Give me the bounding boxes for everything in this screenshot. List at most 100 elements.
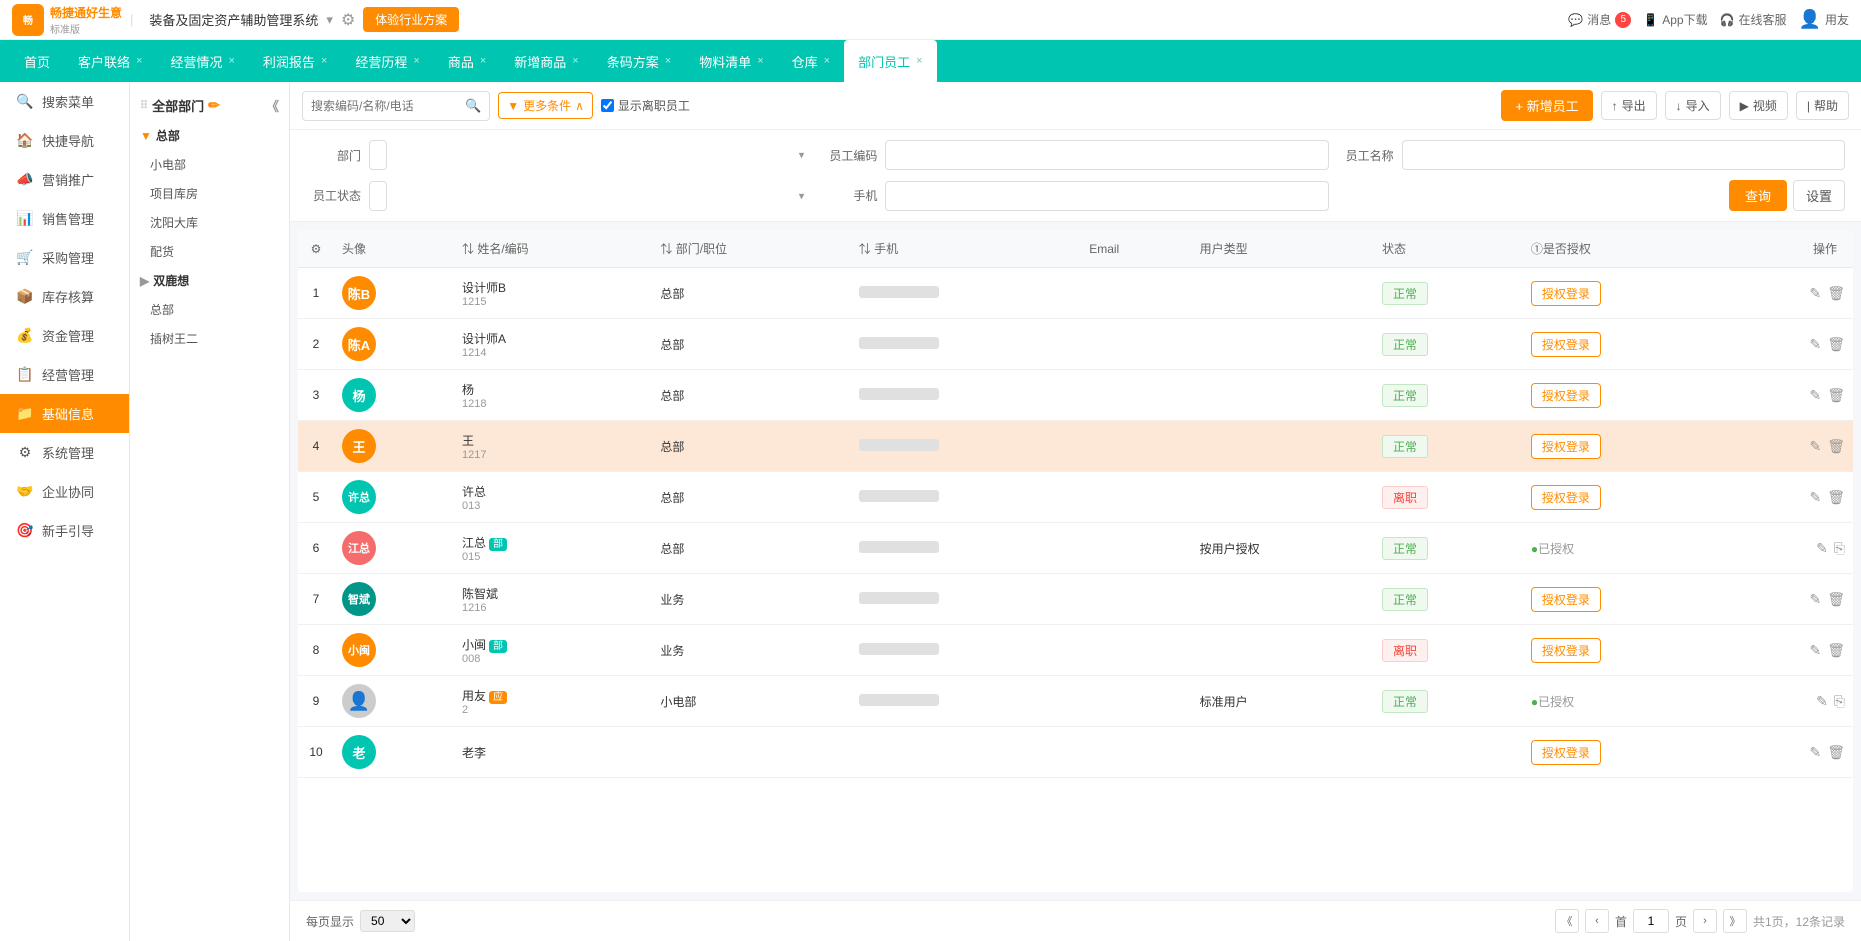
tab-warehouse[interactable]: 仓库× (778, 40, 844, 82)
delete-icon[interactable]: 🗑 (1827, 489, 1845, 506)
view-btn[interactable]: ▶ 视频 (1729, 91, 1788, 120)
emp-name-input[interactable] (1402, 140, 1845, 170)
sidebar-item-base[interactable]: 📁 基础信息 (0, 394, 129, 433)
close-icon[interactable]: × (916, 55, 922, 67)
tab-barcode[interactable]: 条码方案× (593, 40, 685, 82)
edit-icon[interactable]: ✎ (1809, 489, 1821, 506)
sidebar-item-sales[interactable]: 📊 销售管理 (0, 199, 129, 238)
sidebar-item-mgmt[interactable]: 📋 经营管理 (0, 355, 129, 394)
edit-icon[interactable]: ✎ (1809, 336, 1821, 353)
dept-collapse-icon[interactable]: 《 (266, 96, 279, 115)
sidebar-item-purchase[interactable]: 🛒 采购管理 (0, 238, 129, 277)
auth-btn[interactable]: 授权登录 (1531, 383, 1601, 408)
dept-item-chashuwang[interactable]: 插树王二 (130, 324, 289, 353)
auth-btn[interactable]: 授权登录 (1531, 587, 1601, 612)
close-icon[interactable]: × (665, 55, 671, 67)
add-employee-btn[interactable]: + 新增员工 (1501, 90, 1592, 121)
delete-icon[interactable]: 🗑 (1827, 285, 1845, 302)
close-icon[interactable]: × (228, 55, 234, 67)
tab-goods[interactable]: 商品× (434, 40, 500, 82)
status-select[interactable] (369, 181, 387, 211)
auth-btn[interactable]: 授权登录 (1531, 434, 1601, 459)
show-resigned-checkbox[interactable] (601, 99, 614, 112)
auth-btn[interactable]: 授权登录 (1531, 332, 1601, 357)
sidebar-item-guide[interactable]: 🎯 新手引导 (0, 511, 129, 550)
col-dept[interactable]: ⇅ 部门/职位 (652, 230, 850, 268)
copy-icon[interactable]: ⎘ (1834, 540, 1845, 557)
delete-icon[interactable]: 🗑 (1827, 438, 1845, 455)
show-resigned-label[interactable]: 显示离职员工 (601, 97, 690, 114)
tab-profit[interactable]: 利润报告× (249, 40, 341, 82)
filter-btn[interactable]: ▼ 更多条件 ∧ (498, 92, 593, 119)
close-icon[interactable]: × (321, 55, 327, 67)
auth-btn[interactable]: 授权登录 (1531, 485, 1601, 510)
next-page-btn[interactable]: › (1693, 909, 1717, 933)
copy-icon[interactable]: ⎘ (1834, 693, 1845, 710)
message-btn[interactable]: 💬 消息 5 (1568, 11, 1631, 28)
sidebar-item-search[interactable]: 🔍 搜索菜单 (0, 82, 129, 121)
tab-employee[interactable]: 部门员工× (844, 40, 936, 82)
tab-customer[interactable]: 客户联络× (64, 40, 156, 82)
page-number-input[interactable] (1633, 909, 1669, 933)
close-icon[interactable]: × (572, 55, 578, 67)
tab-bom[interactable]: 物料清单× (685, 40, 777, 82)
edit-icon[interactable]: ✎ (1816, 693, 1828, 710)
edit-icon[interactable]: ✎ (1809, 438, 1821, 455)
delete-icon[interactable]: 🗑 (1827, 336, 1845, 353)
sidebar-item-collab[interactable]: 🤝 企业协同 (0, 472, 129, 511)
col-phone[interactable]: ⇅ 手机 (851, 230, 1081, 268)
dept-group-shuanglu[interactable]: ▶ 双鹿想 (130, 266, 289, 295)
close-icon[interactable]: × (757, 55, 763, 67)
last-page-btn[interactable]: 》 (1723, 909, 1747, 933)
dept-item-zongbu2[interactable]: 总部 (130, 295, 289, 324)
tab-operation[interactable]: 经营情况× (156, 40, 248, 82)
user-btn[interactable]: 👤 用友 (1799, 9, 1849, 30)
search-icon[interactable]: 🔍 (465, 98, 481, 114)
phone-input[interactable] (885, 181, 1328, 211)
sidebar-item-marketing[interactable]: 📣 营销推广 (0, 160, 129, 199)
emp-code-input[interactable] (885, 140, 1328, 170)
sidebar-item-inventory[interactable]: 📦 库存核算 (0, 277, 129, 316)
delete-icon[interactable]: 🗑 (1827, 642, 1845, 659)
dept-select[interactable] (369, 140, 387, 170)
page-size-select[interactable]: 50 100 (360, 910, 415, 932)
reset-btn[interactable]: 设置 (1793, 180, 1845, 211)
dept-group-zongbu[interactable]: ▼ 总部 (130, 121, 289, 150)
sidebar-item-finance[interactable]: 💰 资金管理 (0, 316, 129, 355)
dropdown-icon[interactable]: ▾ (326, 12, 333, 28)
col-settings[interactable]: ⚙ (298, 230, 334, 268)
sidebar-item-system[interactable]: ⚙ 系统管理 (0, 433, 129, 472)
edit-icon[interactable]: ✎ (1809, 387, 1821, 404)
delete-icon[interactable]: 🗑 (1827, 387, 1845, 404)
query-btn[interactable]: 查询 (1729, 180, 1787, 211)
auth-btn[interactable]: 授权登录 (1531, 740, 1601, 765)
sidebar-item-nav[interactable]: 🏠 快捷导航 (0, 121, 129, 160)
experience-btn[interactable]: 体验行业方案 (363, 7, 459, 32)
export-btn[interactable]: ↑ 导出 (1601, 91, 1657, 120)
import-btn[interactable]: ↓ 导入 (1665, 91, 1721, 120)
delete-icon[interactable]: 🗑 (1827, 744, 1845, 761)
dept-item-project[interactable]: 项目库房 (130, 179, 289, 208)
edit-icon[interactable]: ✎ (1809, 744, 1821, 761)
col-name[interactable]: ⇅ 姓名/编码 (454, 230, 652, 268)
close-icon[interactable]: × (413, 55, 419, 67)
settings-icon[interactable]: ⚙ (341, 10, 355, 30)
tab-home[interactable]: 首页 (10, 40, 64, 82)
prev-page-btn[interactable]: ‹ (1585, 909, 1609, 933)
app-download-btn[interactable]: 📱 App下载 (1643, 11, 1707, 28)
dept-item-peihuo[interactable]: 配货 (130, 237, 289, 266)
first-page-btn[interactable]: 《 (1555, 909, 1579, 933)
tab-history[interactable]: 经营历程× (341, 40, 433, 82)
dept-edit-icon[interactable]: ✏ (208, 97, 220, 114)
auth-btn[interactable]: 授权登录 (1531, 638, 1601, 663)
edit-icon[interactable]: ✎ (1809, 591, 1821, 608)
close-icon[interactable]: × (136, 55, 142, 67)
dept-item-shenyang[interactable]: 沈阳大库 (130, 208, 289, 237)
edit-icon[interactable]: ✎ (1809, 285, 1821, 302)
delete-icon[interactable]: 🗑 (1827, 591, 1845, 608)
search-input[interactable] (311, 99, 461, 113)
edit-icon[interactable]: ✎ (1816, 540, 1828, 557)
auth-btn[interactable]: 授权登录 (1531, 281, 1601, 306)
online-service-btn[interactable]: 🎧 在线客服 (1720, 11, 1787, 28)
close-icon[interactable]: × (824, 55, 830, 67)
